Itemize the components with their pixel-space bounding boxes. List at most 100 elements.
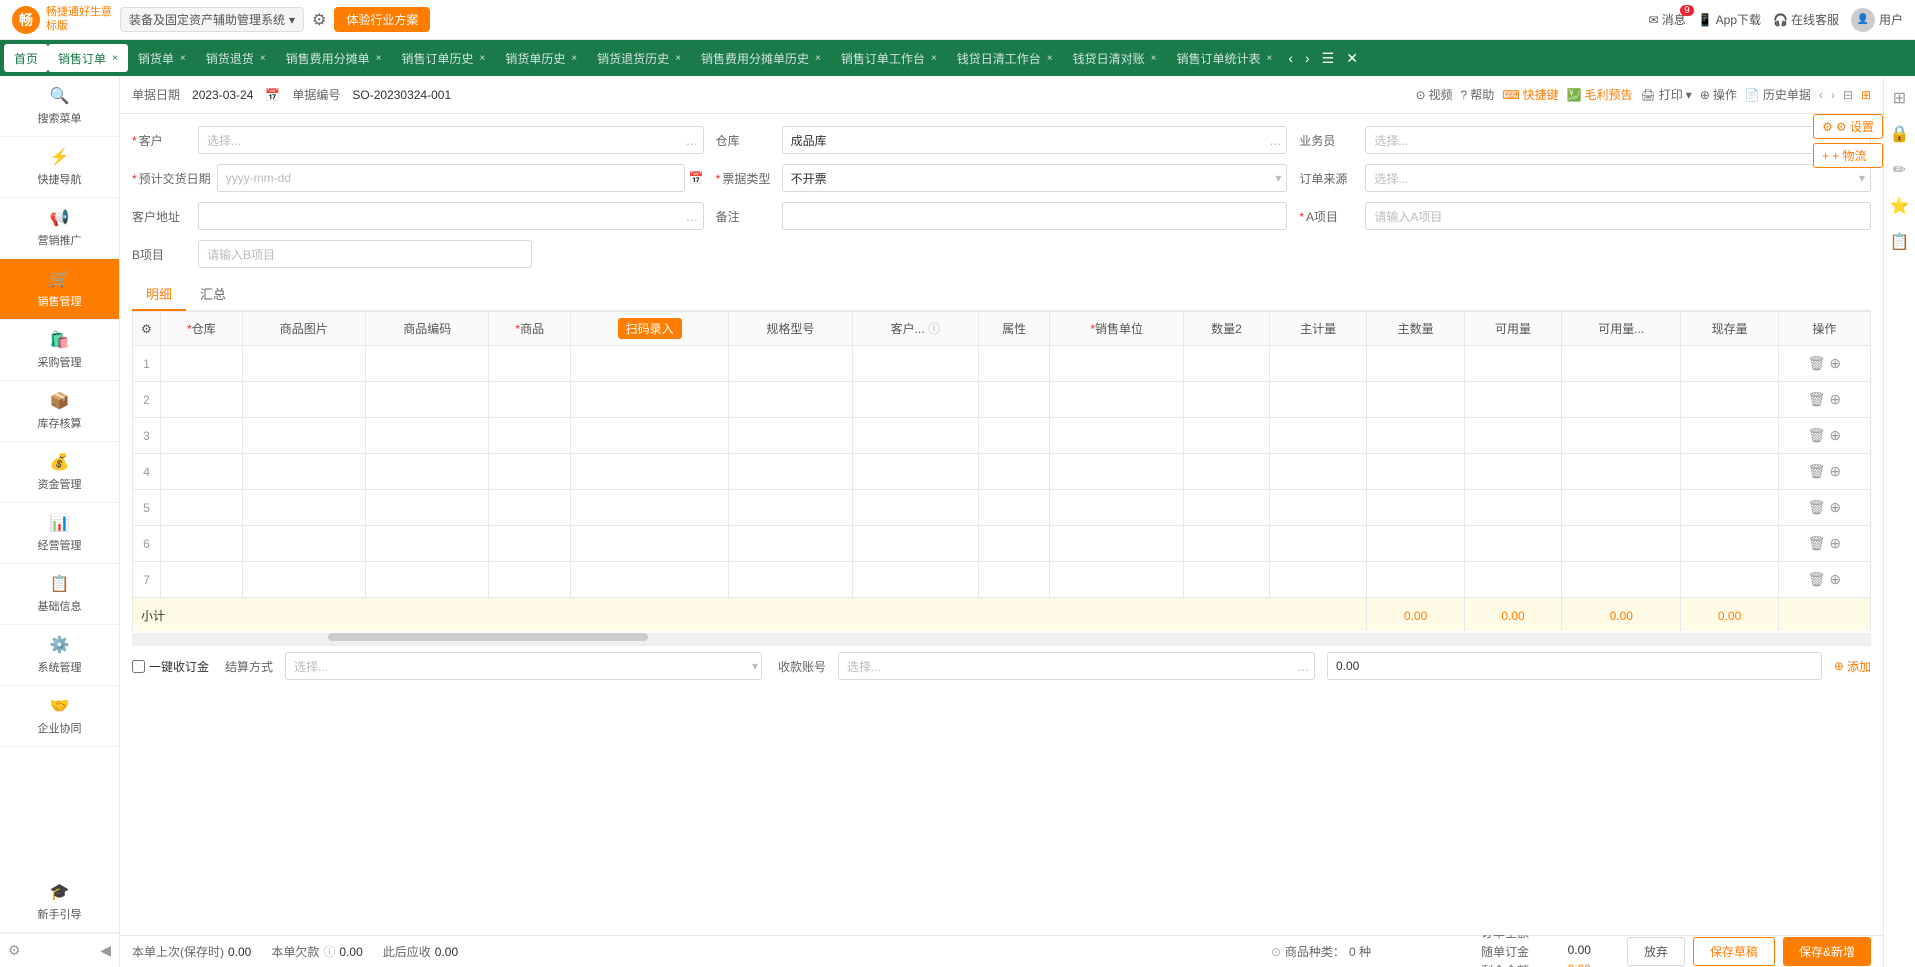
delete-row-3[interactable]: 🗑 (1808, 427, 1826, 444)
tab-sales-return[interactable]: 销货退货 × (196, 44, 276, 72)
sidebar-item-quick-nav[interactable]: ⚡ 快捷导航 (0, 137, 119, 198)
sidebar-collapse-btn[interactable]: ◀ (100, 942, 111, 959)
copy-row-7[interactable]: ⊕ (1829, 571, 1841, 588)
copy-row-3[interactable]: ⊕ (1829, 427, 1841, 444)
customer-input[interactable]: 选择... (198, 126, 704, 154)
delivery-date-input[interactable]: yyyy-mm-dd (217, 164, 685, 192)
tab-close-5[interactable]: × (479, 53, 485, 64)
user-info[interactable]: 👤 用户 (1851, 8, 1903, 32)
scrollbar-thumb[interactable] (328, 633, 648, 641)
tab-sales-order[interactable]: 销售订单 × (48, 44, 128, 72)
app-download[interactable]: 📱 App下载 (1698, 11, 1761, 28)
col-gear[interactable]: ⚙ (133, 312, 161, 346)
delete-row-4[interactable]: 🗑 (1808, 463, 1826, 480)
delivery-date-icon[interactable]: 📅 (689, 171, 704, 185)
tab-close-7[interactable]: × (675, 53, 681, 64)
print-btn[interactable]: 🖨 打印 ▾ (1641, 86, 1692, 103)
tab-detail[interactable]: 明细 (132, 278, 186, 311)
tab-close-sales-order[interactable]: × (112, 53, 118, 64)
settings-button[interactable]: ⚙ ⚙ 设置 (1813, 114, 1883, 139)
tab-close-10[interactable]: × (1047, 53, 1053, 64)
tab-close-6[interactable]: × (571, 53, 577, 64)
history-btn[interactable]: 📄 历史单据 (1745, 86, 1811, 103)
prev-down-info-icon[interactable]: ⓘ (323, 943, 335, 960)
tab-sales-order-history[interactable]: 销售订单历史 × (391, 44, 495, 72)
toolbar-list-view[interactable]: ⊞ (1861, 88, 1871, 102)
tab-menu-btn[interactable]: ☰ (1316, 50, 1341, 67)
tab-workbench[interactable]: 销售订单工作台 × (831, 44, 947, 72)
date-value[interactable]: 2023-03-24 (192, 88, 253, 102)
one-click-checkbox[interactable] (132, 660, 145, 673)
right-panel-btn-5[interactable]: 📋 (1886, 228, 1914, 256)
save-draft-button[interactable]: 保存草稿 (1693, 937, 1775, 966)
sidebar-settings-btn[interactable]: ⚙ (8, 942, 21, 959)
delete-row-5[interactable]: 🗑 (1808, 499, 1826, 516)
sidebar-item-sales[interactable]: 🛒 销售管理 (0, 259, 119, 320)
address-input[interactable] (198, 202, 704, 230)
tab-sales-stats[interactable]: 销售订单统计表 × (1166, 44, 1282, 72)
toolbar-grid-view[interactable]: ⊟ (1843, 88, 1853, 102)
tab-close-12[interactable]: × (1266, 53, 1272, 64)
sidebar-item-inventory[interactable]: 📦 库存核算 (0, 381, 119, 442)
warehouse-input[interactable]: 成品库 (782, 126, 1288, 154)
sidebar-item-search[interactable]: 🔍 搜索菜单 (0, 76, 119, 137)
right-panel-btn-4[interactable]: ⭐ (1886, 192, 1914, 220)
payment-amount[interactable]: 0.00 (1327, 652, 1822, 680)
note-input[interactable] (782, 202, 1288, 230)
invoice-select[interactable]: 不开票 (782, 164, 1288, 192)
add-payment-btn[interactable]: ⊕ 添加 (1834, 658, 1871, 675)
copy-row-2[interactable]: ⊕ (1829, 391, 1841, 408)
tab-close-9[interactable]: × (931, 53, 937, 64)
profit-btn[interactable]: 💹 毛利预告 (1567, 86, 1633, 103)
tab-close-3[interactable]: × (260, 53, 266, 64)
tab-close-11[interactable]: × (1151, 53, 1157, 64)
settings-icon[interactable]: ⚙ (312, 10, 326, 30)
info-icon[interactable]: ⓘ (928, 322, 940, 336)
tab-close-4[interactable]: × (376, 53, 382, 64)
tab-close-8[interactable]: × (815, 53, 821, 64)
tab-summary[interactable]: 汇总 (186, 278, 240, 311)
sidebar-item-cooperation[interactable]: 🤝 企业协同 (0, 686, 119, 747)
tab-homepage[interactable]: 首页 (4, 44, 48, 72)
account-select[interactable]: 选择... (838, 652, 1315, 680)
tab-prev-btn[interactable]: ‹ (1282, 50, 1299, 66)
delete-row-6[interactable]: 🗑 (1808, 535, 1826, 552)
toolbar-nav-next[interactable]: › (1831, 88, 1835, 102)
staff-input[interactable]: 选择... (1365, 126, 1871, 154)
sidebar-item-operations[interactable]: 📊 经营管理 (0, 503, 119, 564)
delete-row-2[interactable]: 🗑 (1808, 391, 1826, 408)
b-project-input[interactable]: 请输入B项目 (198, 240, 532, 268)
discard-button[interactable]: 放弃 (1627, 937, 1685, 966)
toolbar-nav-prev[interactable]: ‹ (1819, 88, 1823, 102)
copy-row-5[interactable]: ⊕ (1829, 499, 1841, 516)
tab-invoice-history[interactable]: 销货单历史 × (495, 44, 587, 72)
one-click-label[interactable]: 一键收订金 (132, 658, 209, 675)
scan-button[interactable]: 扫码录入 (618, 318, 682, 339)
help-btn[interactable]: ? 帮助 (1461, 86, 1495, 103)
a-project-input[interactable]: 请输入A项目 (1365, 202, 1871, 230)
col-scan[interactable]: 扫码录入 (571, 312, 729, 346)
save-new-button[interactable]: 保存&新增 (1783, 937, 1871, 966)
video-btn[interactable]: ⊙ 视频 (1415, 86, 1452, 103)
tab-close-all-btn[interactable]: ✕ (1340, 50, 1364, 67)
sidebar-item-purchase[interactable]: 🛍️ 采购管理 (0, 320, 119, 381)
horizontal-scrollbar[interactable] (132, 633, 1871, 645)
settlement-select[interactable]: 选择... (285, 652, 762, 680)
tab-close-2[interactable]: × (180, 53, 186, 64)
sidebar-item-basic-info[interactable]: 📋 基础信息 (0, 564, 119, 625)
tab-qd-workbench[interactable]: 钱贷日清工作台 × (947, 44, 1063, 72)
operation-btn[interactable]: ⊕ 操作 (1700, 86, 1737, 103)
sidebar-item-finance[interactable]: 💰 资金管理 (0, 442, 119, 503)
right-panel-btn-1[interactable]: ⊞ (1889, 84, 1910, 112)
right-panel-btn-2[interactable]: 🔒 (1886, 120, 1914, 148)
right-panel-btn-3[interactable]: ✏ (1889, 156, 1910, 184)
sidebar-item-system[interactable]: ⚙️ 系统管理 (0, 625, 119, 686)
sidebar-item-guide[interactable]: 🎓 新手引导 (0, 872, 119, 933)
shortcut-btn[interactable]: ⌨ 快捷键 (1502, 86, 1558, 103)
add-logistics-button[interactable]: + + 物流 (1813, 143, 1883, 168)
tab-sales-expense[interactable]: 销售费用分摊单 × (276, 44, 392, 72)
tab-next-btn[interactable]: › (1299, 50, 1316, 66)
notification[interactable]: ✉ 消息 9 (1649, 11, 1686, 28)
copy-row-6[interactable]: ⊕ (1829, 535, 1841, 552)
copy-row-4[interactable]: ⊕ (1829, 463, 1841, 480)
